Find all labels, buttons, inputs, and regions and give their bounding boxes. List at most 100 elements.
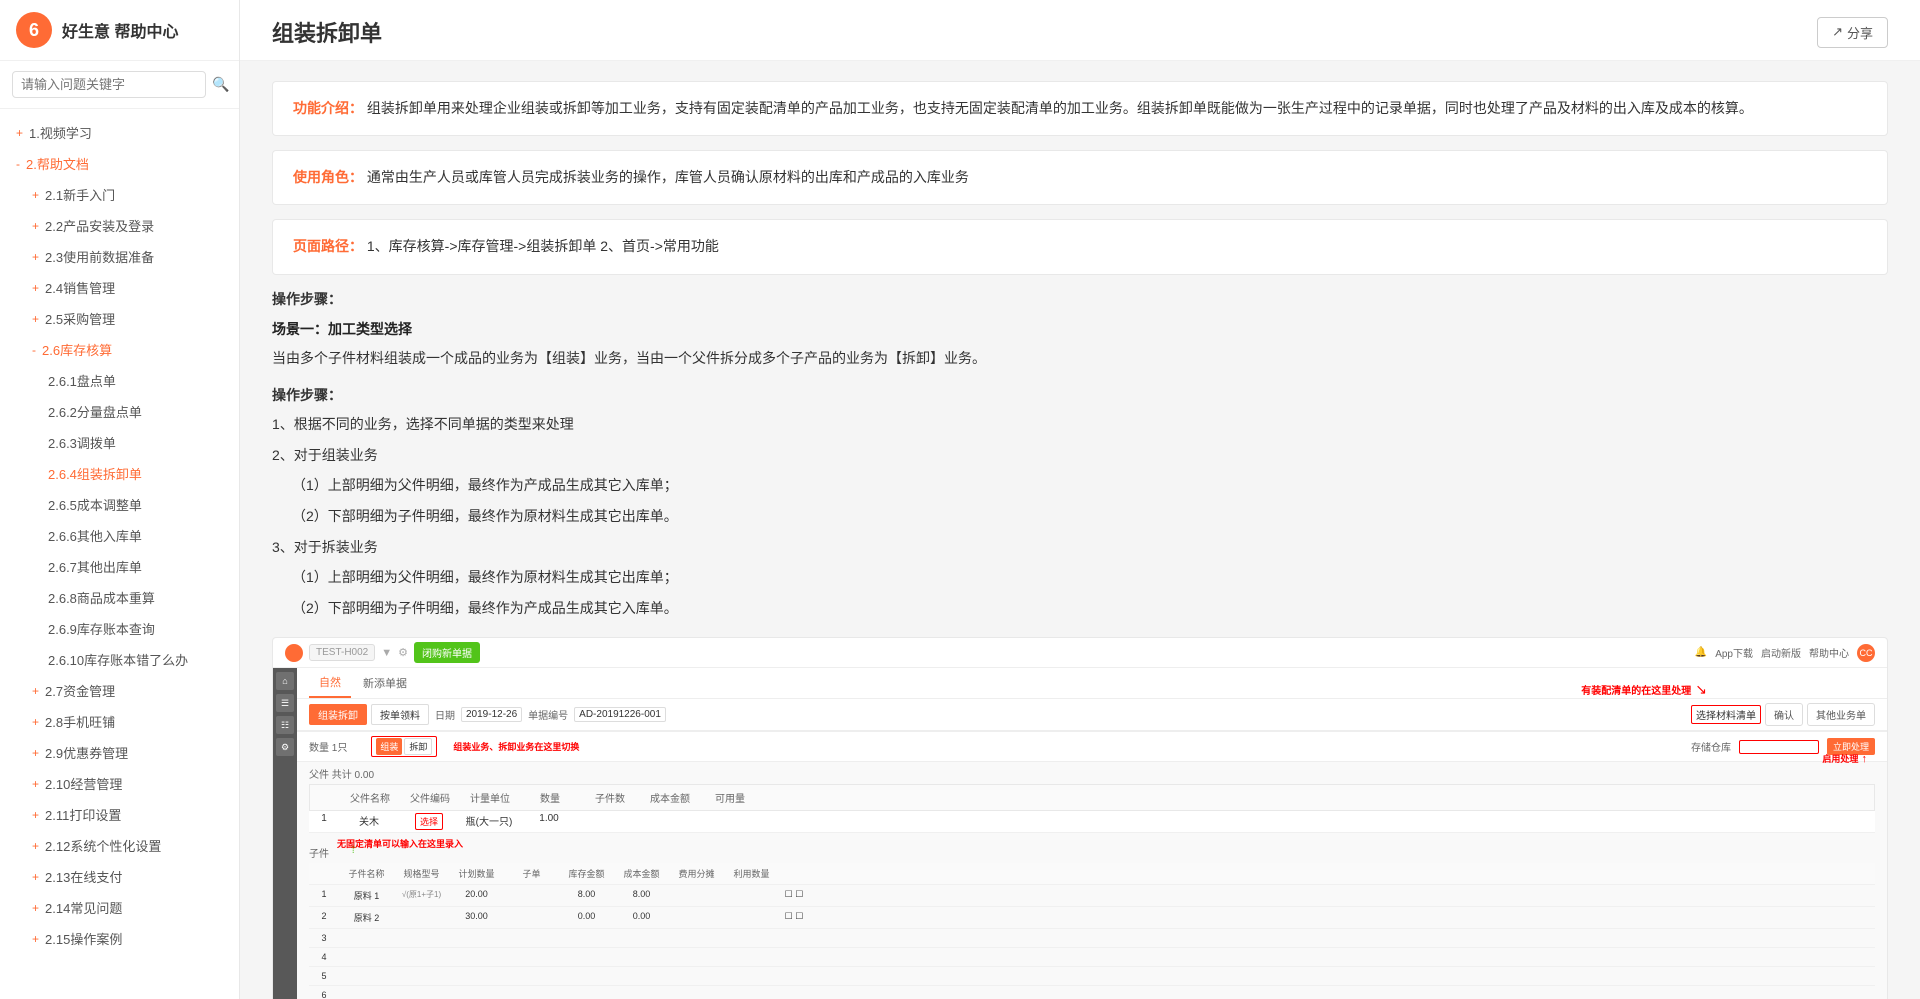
mini-tab-new[interactable]: 新添单据 xyxy=(353,669,417,697)
annotation4-text: 无固定清单可以输入在这里录入 xyxy=(337,837,463,850)
sidebar-item-newbie[interactable]: + 2.1新手入门 xyxy=(0,179,239,210)
sidebar-item-mobile[interactable]: + 2.8手机旺铺 xyxy=(0,706,239,737)
annotation1-area: 有装配清单的在这里处理 ↘ xyxy=(1581,681,1707,698)
sidebar-item-stock2610[interactable]: 2.6.10库存账本错了么办 xyxy=(0,644,239,675)
main-content: 组装拆卸单 ↗ 分享 功能介绍： 组装拆卸单用来处理企业组装或拆卸等加工业务，支… xyxy=(240,0,1920,999)
annotation4-area: 无固定清单可以输入在这里录入 xyxy=(297,837,1887,841)
sidebar-item-videos[interactable]: + 1.视频学习 xyxy=(0,117,239,148)
step2: 2、对于组装业务 xyxy=(272,442,1888,469)
mini-settings-icon: ⚙ xyxy=(398,646,408,659)
share-label: 分享 xyxy=(1847,23,1873,42)
sidebar-item-stock262[interactable]: 2.6.2分量盘点单 xyxy=(0,396,239,427)
mini-date-label: 日期 xyxy=(435,707,455,722)
mini-date-input[interactable]: 2019-12-26 xyxy=(461,707,522,722)
sidebar-item-personalize[interactable]: + 2.12系统个性化设置 xyxy=(0,830,239,861)
sidebar-item-docs[interactable]: - 2.帮助文档 xyxy=(0,148,239,179)
mini-assemble-btn[interactable]: 组装 xyxy=(376,738,402,755)
sidebar: 6 好生意 帮助中心 🔍 + 1.视频学习- 2.帮助文档+ 2.1新手入门+ … xyxy=(0,0,240,999)
steps-heading: 操作步骤： xyxy=(272,289,1888,309)
share-icon: ↗ xyxy=(1832,24,1843,40)
annotation1-text: 有装配清单的在这里处理 xyxy=(1581,682,1691,697)
td-unit-1: 瓶(大一只) xyxy=(459,811,519,832)
annotation3-area: 启用处理 ↑ xyxy=(1822,752,1867,765)
sidebar-item-finance[interactable]: + 2.7资金管理 xyxy=(0,675,239,706)
td-cost-1 xyxy=(639,811,699,832)
sth-alloc: 费用分摊 xyxy=(669,865,724,882)
arrow3: ↑ xyxy=(1862,753,1868,765)
mini-warehouse-input-annotated[interactable] xyxy=(1739,740,1819,754)
mini-table-header: 父件名称 父件编码 计量单位 数量 子件数 成本金额 可用量 xyxy=(309,784,1875,811)
mini-more-btn[interactable]: 其他业务单 xyxy=(1807,703,1875,726)
mini-nav-icon: ▼ xyxy=(381,647,392,659)
screenshot-container: TEST-H002 ▼ ⚙ 闭购新单据 🔔 App下载 启动新版 帮助中心 CC xyxy=(272,637,1888,999)
mini-subtable-row-3: 3 xyxy=(309,929,1875,948)
th-child-qty: 子件数 xyxy=(580,788,640,807)
sidebar-item-install[interactable]: + 2.2产品安装及登录 xyxy=(0,210,239,241)
mini-save-btn[interactable]: 确认 xyxy=(1765,703,1803,726)
step3-1: （1）上部明细为父件明细，最终作为原材料生成其它出库单； xyxy=(272,564,1888,591)
search-input[interactable] xyxy=(12,71,206,98)
sidebar-item-stock265[interactable]: 2.6.5成本调整单 xyxy=(0,489,239,520)
sth-spec: 规格型号 xyxy=(394,865,449,882)
sth-name: 子件名称 xyxy=(339,865,394,882)
sidebar-item-stock263[interactable]: 2.6.3调拨单 xyxy=(0,427,239,458)
mini-settings-strip-icon: ⚙ xyxy=(276,738,294,756)
th-avail: 可用量 xyxy=(700,788,760,807)
type-btn-material[interactable]: 按单领料 xyxy=(371,704,429,725)
mini-help: 帮助中心 xyxy=(1809,645,1849,660)
sth-stock: 库存金额 xyxy=(559,865,614,882)
step1: 1、根据不同的业务，选择不同单据的类型来处理 xyxy=(272,411,1888,438)
sth-action xyxy=(779,865,809,882)
logo-icon: 6 xyxy=(16,12,52,48)
sidebar-header: 6 好生意 帮助中心 xyxy=(0,0,239,61)
sidebar-item-cases[interactable]: + 2.15操作案例 xyxy=(0,923,239,954)
intro-label: 功能介绍： xyxy=(293,100,363,116)
step2-2: （2）下部明细为子件明细，最终作为原材料生成其它出库单。 xyxy=(272,503,1888,530)
search-button[interactable]: 🔍 xyxy=(206,72,235,97)
sidebar-item-stock264[interactable]: 2.6.4组装拆卸单 xyxy=(0,458,239,489)
td-childqty-1 xyxy=(579,811,639,832)
arrow1: ↘ xyxy=(1695,681,1707,698)
intro-block: 功能介绍： 组装拆卸单用来处理企业组装或拆卸等加工业务，支持有固定装配清单的产品… xyxy=(272,81,1888,136)
mini-new-doc-btn[interactable]: 闭购新单据 xyxy=(414,642,480,663)
sidebar-item-inventory[interactable]: - 2.6库存核算 xyxy=(0,334,239,365)
td-qty-1: 1.00 xyxy=(519,811,579,832)
page-title: 组装拆卸单 xyxy=(272,16,382,48)
path-label: 页面路径： xyxy=(293,238,363,254)
sidebar-item-print[interactable]: + 2.11打印设置 xyxy=(0,799,239,830)
mini-topbar: TEST-H002 ▼ ⚙ 闭购新单据 🔔 App下载 启动新版 帮助中心 CC xyxy=(273,638,1887,668)
sidebar-item-predata[interactable]: + 2.3使用前数据准备 xyxy=(0,241,239,272)
mini-subtable-row-1: 1 原料 1 √(原1+子1) 20.00 8.00 8.00 ☐ ☐ xyxy=(309,885,1875,907)
sidebar-item-stock261[interactable]: 2.6.1盘点单 xyxy=(0,365,239,396)
sidebar-item-stock267[interactable]: 2.6.7其他出库单 xyxy=(0,551,239,582)
sidebar-item-stock269[interactable]: 2.6.9库存账本查询 xyxy=(0,613,239,644)
sidebar-item-faq[interactable]: + 2.14常见问题 xyxy=(0,892,239,923)
sidebar-item-payment[interactable]: + 2.13在线支付 xyxy=(0,861,239,892)
sth-plan: 计划数量 xyxy=(449,865,504,882)
mini-bell-icon: 🔔 xyxy=(1695,647,1707,658)
mini-right-actions: 选择材料清单 确认 其他业务单 xyxy=(1691,703,1875,726)
content-body: 功能介绍： 组装拆卸单用来处理企业组装或拆卸等加工业务，支持有固定装配清单的产品… xyxy=(240,61,1920,999)
sidebar-item-purchase[interactable]: + 2.5采购管理 xyxy=(0,303,239,334)
mini-confirm-btn-annotated[interactable]: 选择材料清单 xyxy=(1691,705,1761,724)
mini-parent-label: 父件 共计 0.00 xyxy=(309,766,1875,781)
mini-billno-input[interactable]: AD-20191226-001 xyxy=(574,707,666,722)
td-name-1: 关木 xyxy=(339,811,399,832)
mini-tab-natural[interactable]: 自然 xyxy=(309,668,351,698)
sidebar-item-stock266[interactable]: 2.6.6其他入库单 xyxy=(0,520,239,551)
step2-1: （1）上部明细为父件明细，最终作为产成品生成其它入库单； xyxy=(272,472,1888,499)
mini-disassemble-btn[interactable]: 拆卸 xyxy=(404,738,432,755)
share-button[interactable]: ↗ 分享 xyxy=(1817,17,1888,48)
mini-topbar-right: 🔔 App下载 启动新版 帮助中心 CC xyxy=(1695,644,1875,662)
mini-qty-label: 数量 1只 xyxy=(309,739,347,754)
sidebar-item-coupon[interactable]: + 2.9优惠券管理 xyxy=(0,737,239,768)
sidebar-item-sales[interactable]: + 2.4销售管理 xyxy=(0,272,239,303)
nav-tree: + 1.视频学习- 2.帮助文档+ 2.1新手入门+ 2.2产品安装及登录+ 2… xyxy=(0,109,239,999)
sidebar-item-stock268[interactable]: 2.6.8商品成本重算 xyxy=(0,582,239,613)
type-btn-assemble[interactable]: 组装拆卸 xyxy=(309,704,367,725)
intro-text: 组装拆卸单用来处理企业组装或拆卸等加工业务，支持有固定装配清单的产品加工业务，也… xyxy=(367,100,1753,116)
sidebar-item-operation[interactable]: + 2.10经营管理 xyxy=(0,768,239,799)
mini-type-toggle-annotated: 组装 拆卸 xyxy=(371,736,437,757)
th-unit: 计量单位 xyxy=(460,788,520,807)
mini-subtable-row-5: 5 xyxy=(309,967,1875,986)
